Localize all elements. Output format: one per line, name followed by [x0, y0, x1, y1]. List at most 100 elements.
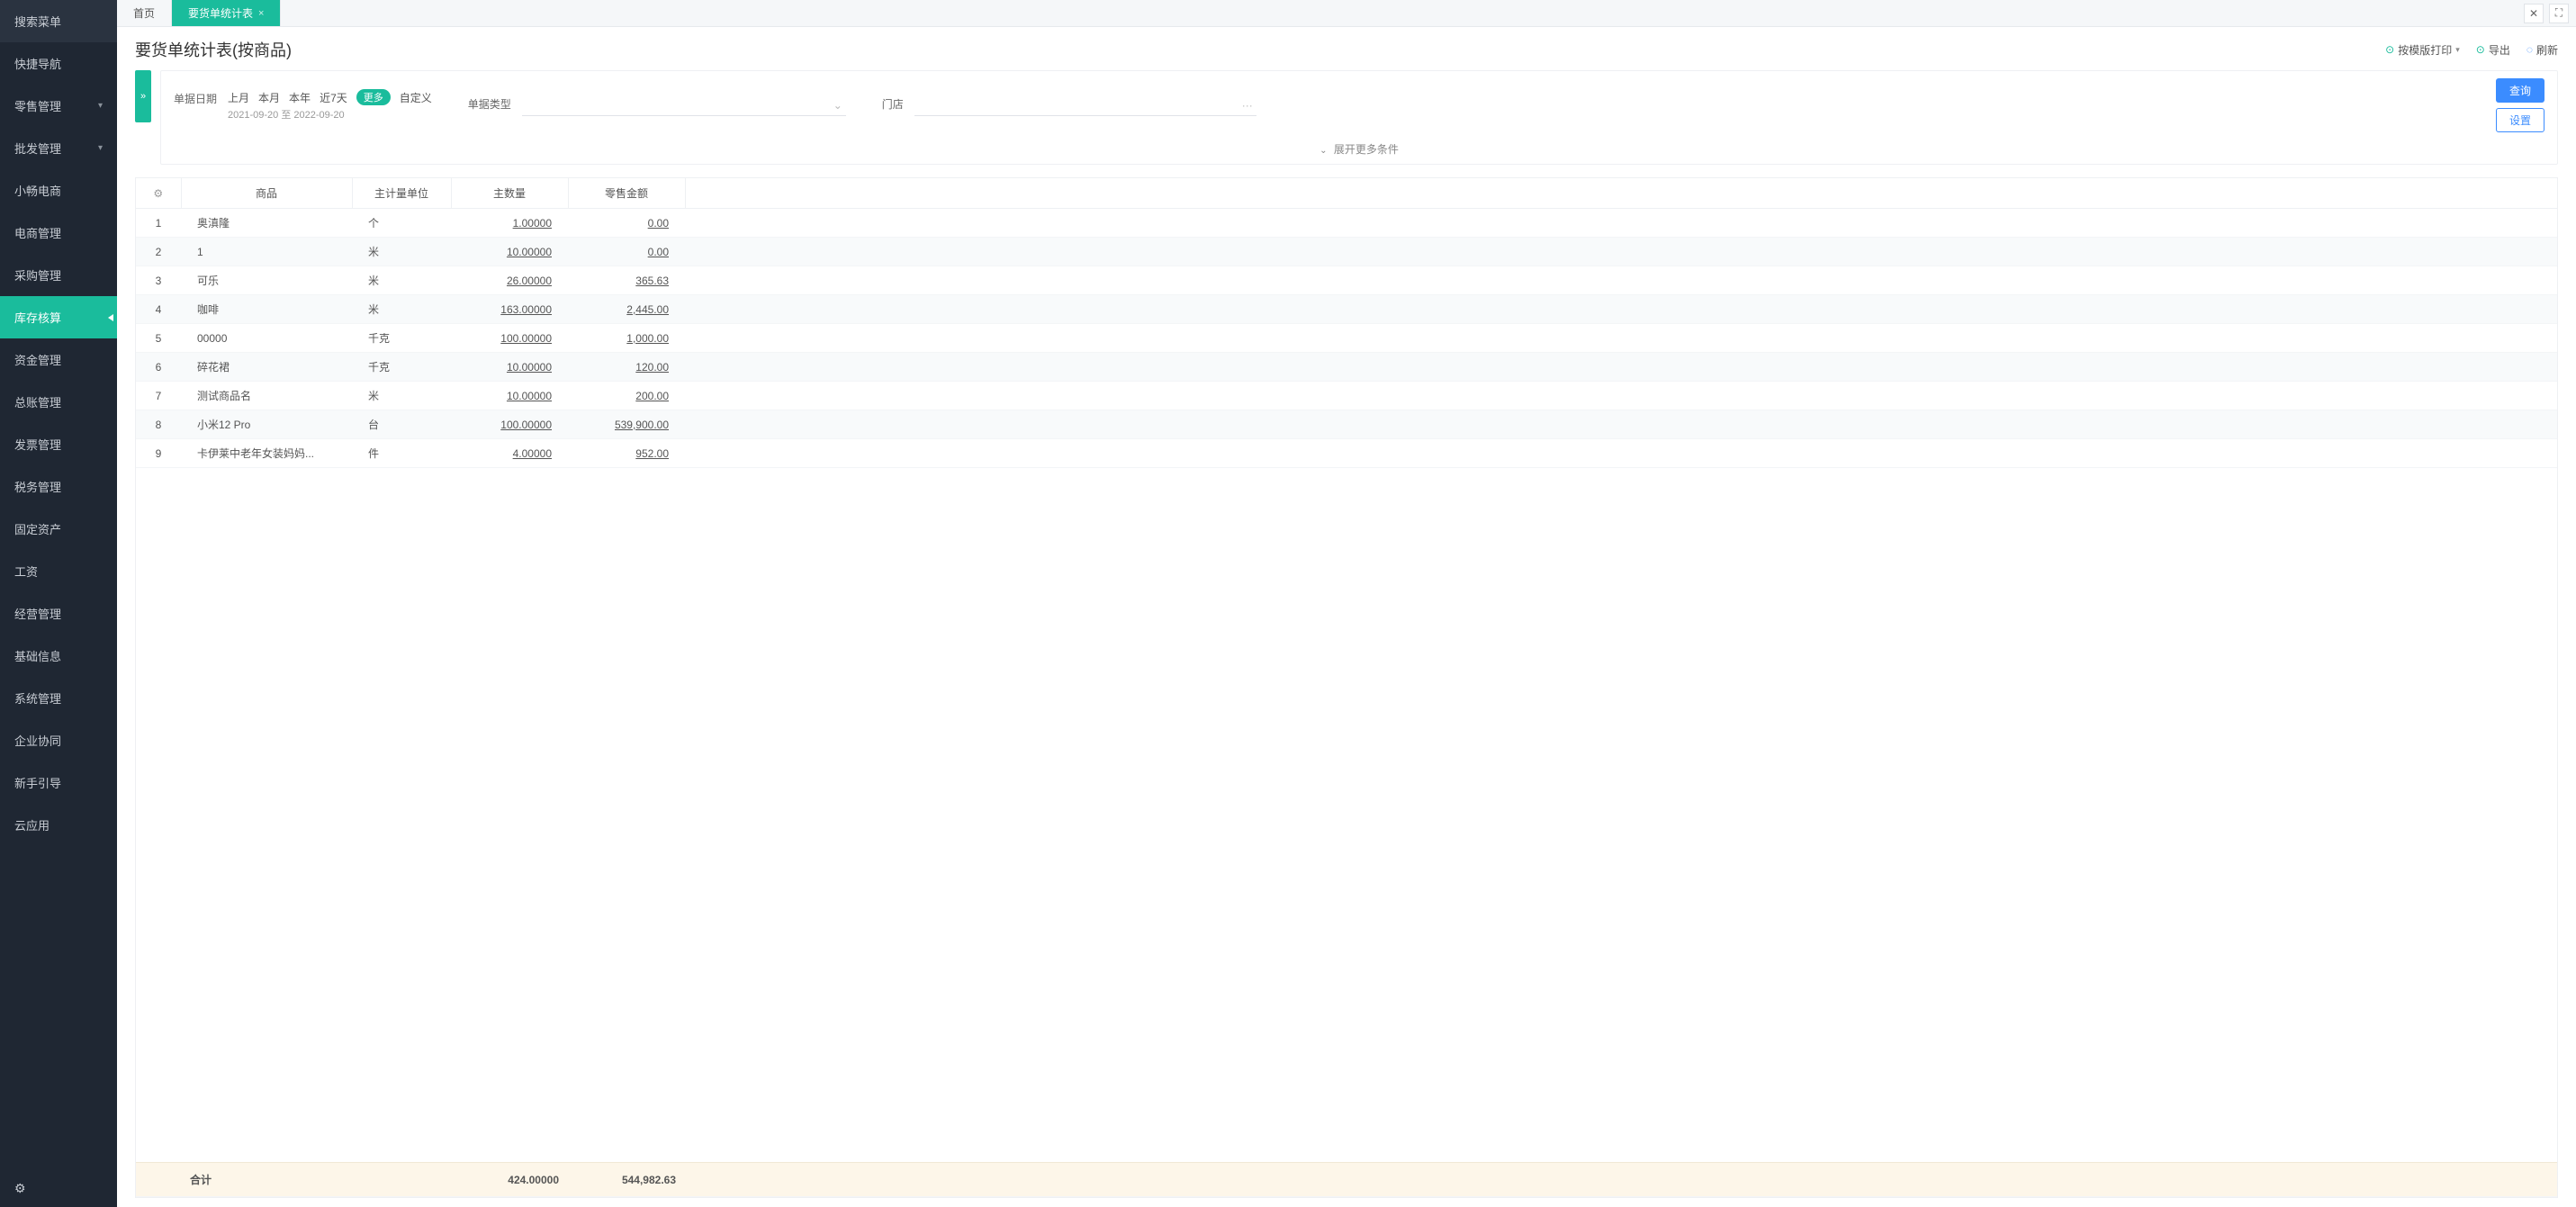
row-amount[interactable]: 1,000.00 — [568, 324, 685, 353]
store-select[interactable]: ··· — [914, 95, 1256, 116]
sidebar-item-label: 电商管理 — [14, 224, 61, 241]
table-row[interactable]: 500000千克100.000001,000.00 — [136, 324, 2557, 353]
doc-type-select[interactable]: ⌄ — [522, 95, 846, 116]
row-qty[interactable]: 26.00000 — [451, 266, 568, 295]
table-row[interactable]: 1奥滇隆个1.000000.00 — [136, 209, 2557, 238]
sidebar-item-label: 发票管理 — [14, 436, 61, 453]
table-row[interactable]: 7测试商品名米10.00000200.00 — [136, 382, 2557, 410]
fullscreen-button[interactable]: ⛶ — [2549, 4, 2569, 23]
sidebar-item-label: 新手引导 — [14, 774, 61, 791]
refresh-button[interactable]: ◌ 刷新 — [2526, 42, 2558, 58]
tab-home[interactable]: 首页 — [117, 0, 172, 26]
sidebar-item-4[interactable]: 小畅电商 — [0, 169, 117, 212]
sidebar-item-14[interactable]: 经营管理 — [0, 592, 117, 635]
filter-row: 单据日期 上月 本月 本年 近7天 更多 自定义 2021-09-20 至 20… — [161, 71, 2557, 136]
row-name: 碎花裙 — [181, 353, 352, 382]
col-unit-header[interactable]: 主计量单位 — [352, 178, 451, 209]
export-label: 导出 — [2489, 42, 2510, 58]
sidebar-item-0[interactable]: 搜索菜单 — [0, 0, 117, 42]
sidebar-item-12[interactable]: 固定资产 — [0, 508, 117, 550]
sidebar-item-label: 企业协同 — [14, 732, 61, 749]
table-row[interactable]: 6碎花裙千克10.00000120.00 — [136, 353, 2557, 382]
row-name: 00000 — [181, 324, 352, 353]
row-unit: 个 — [352, 209, 451, 238]
row-amount[interactable]: 2,445.00 — [568, 295, 685, 324]
table-scroll[interactable]: ⚙ 商品 主计量单位 主数量 零售金额 1奥滇隆个1.000000.0021米1… — [136, 178, 2557, 1162]
row-qty[interactable]: 4.00000 — [451, 439, 568, 468]
quick-this-year[interactable]: 本年 — [289, 90, 311, 105]
row-amount[interactable]: 539,900.00 — [568, 410, 685, 439]
sidebar-item-1[interactable]: 快捷导航 — [0, 42, 117, 85]
footer-label: 合计 — [181, 1163, 352, 1197]
row-qty[interactable]: 10.00000 — [451, 353, 568, 382]
row-qty[interactable]: 1.00000 — [451, 209, 568, 238]
sidebar-item-16[interactable]: 系统管理 — [0, 677, 117, 719]
row-qty[interactable]: 10.00000 — [451, 238, 568, 266]
sidebar-item-label: 固定资产 — [14, 520, 61, 537]
row-unit: 件 — [352, 439, 451, 468]
sidebar-item-19[interactable]: 云应用 — [0, 804, 117, 846]
table-row[interactable]: 3可乐米26.00000365.63 — [136, 266, 2557, 295]
chevron-down-icon: ▾ — [2455, 45, 2460, 55]
settings-column-header[interactable]: ⚙ — [136, 178, 181, 209]
sidebar-item-label: 快捷导航 — [14, 55, 61, 72]
sidebar-item-10[interactable]: 发票管理 — [0, 423, 117, 465]
sidebar-item-7[interactable]: 库存核算 — [0, 296, 117, 338]
row-amount[interactable]: 200.00 — [568, 382, 685, 410]
sidebar-item-18[interactable]: 新手引导 — [0, 761, 117, 804]
expand-more[interactable]: ⌄ ⌄ 展开更多条件 — [161, 136, 2557, 164]
quick-this-month[interactable]: 本月 — [258, 90, 280, 105]
row-amount[interactable]: 0.00 — [568, 238, 685, 266]
row-qty[interactable]: 100.00000 — [451, 324, 568, 353]
sidebar-item-label: 总账管理 — [14, 393, 61, 410]
date-quick-row: 上月 本月 本年 近7天 更多 自定义 — [228, 89, 432, 105]
close-all-button[interactable]: ✕ — [2524, 4, 2544, 23]
sidebar-item-8[interactable]: 资金管理 — [0, 338, 117, 381]
sidebar-item-11[interactable]: 税务管理 — [0, 465, 117, 508]
gear-icon[interactable]: ⚙ — [14, 1181, 26, 1195]
table-row[interactable]: 21米10.000000.00 — [136, 238, 2557, 266]
quick-last-7[interactable]: 近7天 — [320, 90, 347, 105]
quick-custom[interactable]: 自定义 — [400, 90, 432, 105]
quick-last-month[interactable]: 上月 — [228, 90, 249, 105]
footer-row: 合计 424.00000 544,982.63 — [136, 1163, 2557, 1197]
row-amount[interactable]: 365.63 — [568, 266, 685, 295]
chevron-down-icon: ▾ — [98, 101, 103, 111]
row-qty[interactable]: 100.00000 — [451, 410, 568, 439]
table-row[interactable]: 8小米12 Pro台100.00000539,900.00 — [136, 410, 2557, 439]
col-amt-header[interactable]: 零售金额 — [568, 178, 685, 209]
sidebar-item-label: 工资 — [14, 563, 38, 580]
tab-active[interactable]: 要货单统计表 × — [172, 0, 281, 26]
row-amount[interactable]: 0.00 — [568, 209, 685, 238]
sidebar-item-17[interactable]: 企业协同 — [0, 719, 117, 761]
sidebar-item-5[interactable]: 电商管理 — [0, 212, 117, 254]
col-qty-header[interactable]: 主数量 — [451, 178, 568, 209]
sidebar-item-label: 经营管理 — [14, 605, 61, 622]
sidebar-item-15[interactable]: 基础信息 — [0, 635, 117, 677]
close-icon[interactable]: × — [258, 8, 264, 19]
sidebar-item-3[interactable]: 批发管理▾ — [0, 127, 117, 169]
export-button[interactable]: ⊙ 导出 — [2476, 42, 2510, 58]
quick-more-badge[interactable]: 更多 — [356, 89, 391, 105]
sidebar-item-label: 批发管理 — [14, 140, 61, 157]
print-button[interactable]: ⊙ 按模版打印 ▾ — [2385, 42, 2460, 58]
settings-button[interactable]: 设置 — [2496, 108, 2544, 132]
ellipsis-icon: ··· — [1242, 99, 1253, 112]
col-name-header[interactable]: 商品 — [181, 178, 352, 209]
row-qty[interactable]: 163.00000 — [451, 295, 568, 324]
table-row[interactable]: 9卡伊莱中老年女装妈妈...件4.00000952.00 — [136, 439, 2557, 468]
row-idx: 7 — [136, 382, 181, 410]
sidebar-item-6[interactable]: 采购管理 — [0, 254, 117, 296]
row-qty[interactable]: 10.00000 — [451, 382, 568, 410]
row-name: 卡伊莱中老年女装妈妈... — [181, 439, 352, 468]
sidebar-item-13[interactable]: 工资 — [0, 550, 117, 592]
query-button[interactable]: 查询 — [2496, 78, 2544, 103]
row-amount[interactable]: 952.00 — [568, 439, 685, 468]
row-name: 1 — [181, 238, 352, 266]
collapse-handle[interactable]: » — [135, 70, 151, 122]
row-amount[interactable]: 120.00 — [568, 353, 685, 382]
row-idx: 9 — [136, 439, 181, 468]
table-row[interactable]: 4咖啡米163.000002,445.00 — [136, 295, 2557, 324]
sidebar-item-2[interactable]: 零售管理▾ — [0, 85, 117, 127]
sidebar-item-9[interactable]: 总账管理 — [0, 381, 117, 423]
